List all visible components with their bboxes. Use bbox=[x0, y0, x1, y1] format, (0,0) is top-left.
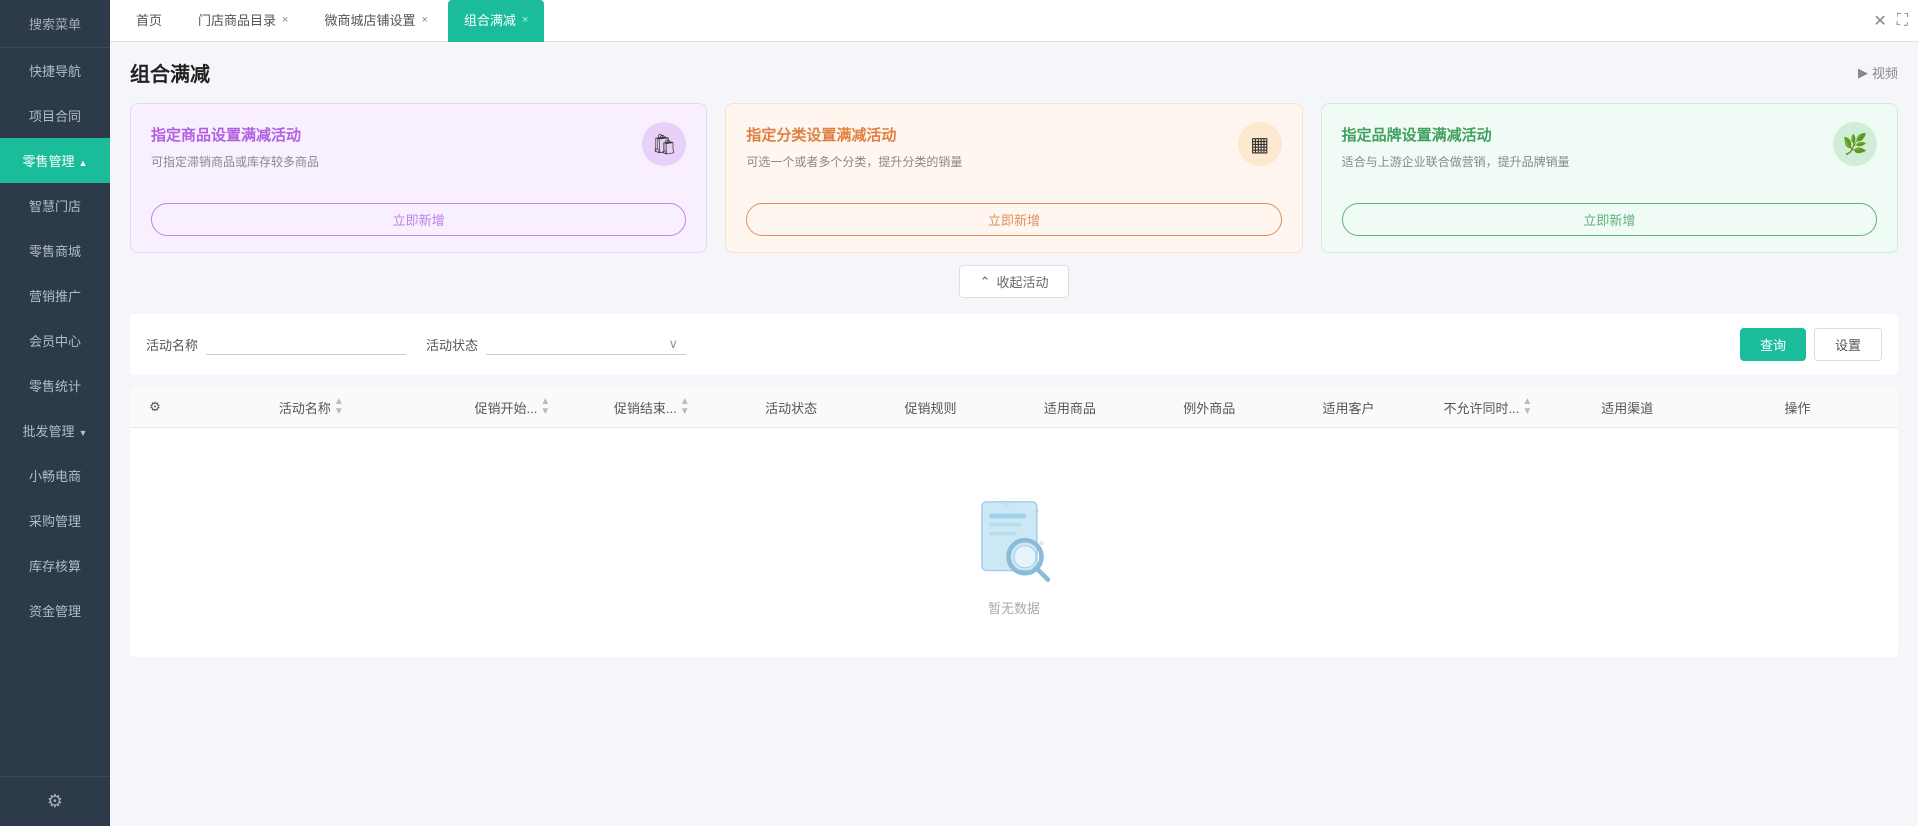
category-card-desc: 可选一个或者多个分类，提升分类的销量 bbox=[746, 153, 1281, 172]
tab-close-combo-discount[interactable]: × bbox=[522, 14, 528, 26]
activity-name-input[interactable] bbox=[206, 335, 406, 355]
sidebar-item-project-contract[interactable]: 项目合同 bbox=[0, 93, 110, 138]
tab-wechat-store[interactable]: 微商城店铺设置× bbox=[308, 0, 443, 42]
sort-icon-activity-name: ▲▼ bbox=[334, 397, 344, 417]
video-label: 视频 bbox=[1872, 63, 1898, 82]
product-card-title: 指定商品设置满减活动 bbox=[151, 124, 686, 145]
query-button[interactable]: 查询 bbox=[1740, 328, 1806, 361]
search-label: 搜索菜单 bbox=[29, 17, 81, 32]
sidebar-item-ecommerce[interactable]: 小畅电商 bbox=[0, 453, 110, 498]
sidebar-item-finance[interactable]: 资金管理 bbox=[0, 588, 110, 633]
tab-bar: 首页门店商品目录×微商城店铺设置×组合满减× ✕ ⛶ bbox=[110, 0, 1918, 42]
brand-card-title: 指定品牌设置满减活动 bbox=[1342, 124, 1877, 145]
sidebar-item-smart-store[interactable]: 智慧门店 bbox=[0, 183, 110, 228]
chevron-up-icon: ⌃ bbox=[980, 274, 991, 290]
table-header: ⚙活动名称▲▼促销开始...▲▼促销结束...▲▼活动状态促销规则适用商品例外商… bbox=[130, 387, 1898, 428]
th-activity-name[interactable]: 活动名称▲▼ bbox=[180, 397, 443, 417]
sort-icon-not-allow-same: ▲▼ bbox=[1522, 397, 1532, 417]
tab-store-catalog[interactable]: 门店商品目录× bbox=[182, 0, 304, 42]
search-menu[interactable]: 搜索菜单 bbox=[0, 0, 110, 48]
expand-window-icon[interactable]: ⛶ bbox=[1897, 12, 1908, 30]
video-link[interactable]: ▶ 视频 bbox=[1858, 63, 1898, 82]
th-operation: 操作 bbox=[1697, 398, 1898, 417]
tab-close-store-catalog[interactable]: × bbox=[282, 14, 288, 26]
tab-combo-discount[interactable]: 组合满减× bbox=[448, 0, 544, 42]
th-exception-goods: 例外商品 bbox=[1140, 398, 1279, 417]
category-card: ▦ 指定分类设置满减活动 可选一个或者多个分类，提升分类的销量 立即新增 bbox=[725, 103, 1302, 253]
activity-cards-row: 🛍 指定商品设置满减活动 可指定滞销商品或库存较多商品 立即新增 ▦ 指定分类设… bbox=[130, 103, 1898, 253]
empty-state: 暂无数据 bbox=[130, 428, 1898, 657]
sidebar-item-retail-stats[interactable]: 零售统计 bbox=[0, 363, 110, 408]
brand-card-icon: 🌿 bbox=[1833, 122, 1877, 166]
tab-close-wechat-store[interactable]: × bbox=[421, 14, 427, 26]
th-activity-status: 活动状态 bbox=[721, 398, 860, 417]
empty-text: 暂无数据 bbox=[988, 598, 1040, 617]
page-header: 组合满减 ▶ 视频 bbox=[130, 58, 1898, 87]
sidebar-item-retail-mall[interactable]: 零售商城 bbox=[0, 228, 110, 273]
collapse-label: 收起活动 bbox=[996, 272, 1048, 291]
content-area: 组合满减 ▶ 视频 🛍 指定商品设置满减活动 可指定滞销商品或库存较多商品 立即… bbox=[110, 42, 1918, 826]
brand-card: 🌿 指定品牌设置满减活动 适合与上游企业联合做营销，提升品牌销量 立即新增 bbox=[1321, 103, 1898, 253]
activity-name-filter: 活动名称 bbox=[146, 335, 406, 355]
brand-card-desc: 适合与上游企业联合做营销，提升品牌销量 bbox=[1342, 153, 1877, 172]
activity-status-filter: 活动状态 ∨ bbox=[426, 334, 686, 355]
th-gear: ⚙ bbox=[130, 399, 180, 415]
sidebar-item-purchase[interactable]: 采购管理 bbox=[0, 498, 110, 543]
brand-card-add-button[interactable]: 立即新增 bbox=[1342, 203, 1877, 236]
product-card-icon: 🛍 bbox=[642, 122, 686, 166]
product-card-desc: 可指定滞销商品或库存较多商品 bbox=[151, 153, 686, 172]
th-not-allow-same[interactable]: 不允许同时...▲▼ bbox=[1418, 397, 1557, 417]
th-applicable-customer: 适用客户 bbox=[1279, 398, 1418, 417]
close-window-icon[interactable]: ✕ bbox=[1873, 11, 1886, 31]
sidebar-item-wholesale[interactable]: 批发管理 bbox=[0, 408, 110, 453]
product-card: 🛍 指定商品设置满减活动 可指定滞销商品或库存较多商品 立即新增 bbox=[130, 103, 707, 253]
chevron-down-icon: ∨ bbox=[669, 336, 679, 352]
category-card-title: 指定分类设置满减活动 bbox=[746, 124, 1281, 145]
collapse-button[interactable]: ⌃ 收起活动 bbox=[959, 265, 1070, 298]
play-circle-icon: ▶ bbox=[1858, 65, 1868, 81]
sidebar-item-retail-management[interactable]: 零售管理 bbox=[0, 138, 110, 183]
sidebar-item-member-center[interactable]: 会员中心 bbox=[0, 318, 110, 363]
sidebar-item-inventory[interactable]: 库存核算 bbox=[0, 543, 110, 588]
empty-illustration bbox=[959, 488, 1069, 598]
collapse-bar: ⌃ 收起活动 bbox=[130, 265, 1898, 298]
sidebar-item-quick-nav[interactable]: 快捷导航 bbox=[0, 48, 110, 93]
activity-table: ⚙活动名称▲▼促销开始...▲▼促销结束...▲▼活动状态促销规则适用商品例外商… bbox=[130, 387, 1898, 657]
product-card-add-button[interactable]: 立即新增 bbox=[151, 203, 686, 236]
tab-home[interactable]: 首页 bbox=[120, 0, 178, 42]
activity-status-select[interactable]: ∨ bbox=[486, 334, 686, 355]
sort-icon-promo-start: ▲▼ bbox=[540, 397, 550, 417]
th-applicable-channel: 适用渠道 bbox=[1558, 398, 1697, 417]
sort-icon-promo-end: ▲▼ bbox=[680, 397, 690, 417]
settings-gear-icon[interactable]: ⚙ bbox=[0, 776, 110, 826]
category-card-add-button[interactable]: 立即新增 bbox=[746, 203, 1281, 236]
tab-bar-actions: ✕ ⛶ bbox=[1873, 11, 1908, 31]
activity-status-label: 活动状态 bbox=[426, 335, 478, 354]
category-card-icon: ▦ bbox=[1238, 122, 1282, 166]
sidebar: 搜索菜单 快捷导航项目合同零售管理智慧门店零售商城营销推广会员中心零售统计批发管… bbox=[0, 0, 110, 826]
activity-name-label: 活动名称 bbox=[146, 335, 198, 354]
main-area: 首页门店商品目录×微商城店铺设置×组合满减× ✕ ⛶ 组合满减 ▶ 视频 🛍 指… bbox=[110, 0, 1918, 826]
setting-button[interactable]: 设置 bbox=[1814, 328, 1882, 361]
page-title: 组合满减 bbox=[130, 58, 210, 87]
filter-actions: 查询 设置 bbox=[1740, 328, 1882, 361]
th-promo-start[interactable]: 促销开始...▲▼ bbox=[443, 397, 582, 417]
th-promo-rule: 促销规则 bbox=[861, 398, 1000, 417]
th-promo-end[interactable]: 促销结束...▲▼ bbox=[582, 397, 721, 417]
filter-row: 活动名称 活动状态 ∨ 查询 设置 bbox=[130, 314, 1898, 375]
sidebar-item-marketing[interactable]: 营销推广 bbox=[0, 273, 110, 318]
th-applicable-goods: 适用商品 bbox=[1000, 398, 1139, 417]
